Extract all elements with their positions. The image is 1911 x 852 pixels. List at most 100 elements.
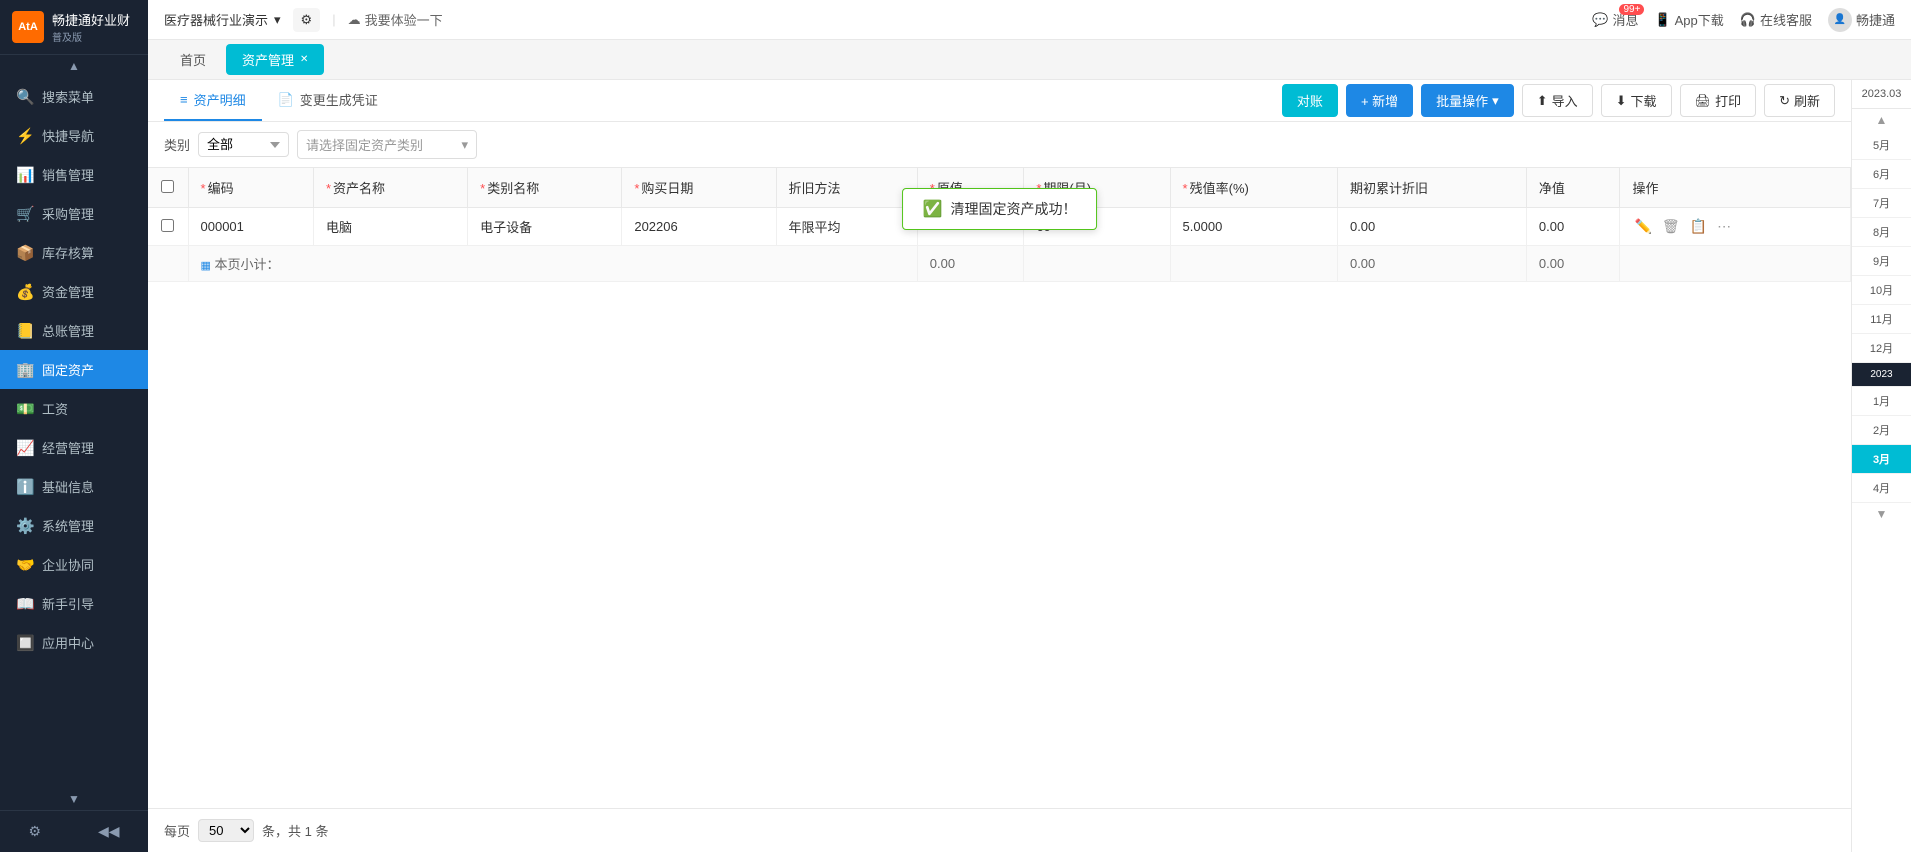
category-filter-select[interactable]: 全部 电子设备	[198, 132, 289, 157]
sidebar-item-quick-nav[interactable]: ⚡ 快捷导航	[0, 116, 148, 155]
quick-nav-icon: ⚡	[16, 127, 34, 145]
timeline-month-5[interactable]: 5月	[1852, 131, 1911, 160]
sidebar-item-purchase[interactable]: 🛒 采购管理	[0, 194, 148, 233]
tab-home[interactable]: 首页	[164, 44, 222, 75]
import-button[interactable]: ⬆ 导入	[1522, 84, 1593, 117]
sidebar-item-search[interactable]: 🔍 搜索菜单	[0, 77, 148, 116]
sub-tab-asset-detail-label: 资产明细	[194, 90, 246, 109]
subtotal-row: ▦ 本页小计： 0.00 0.00 0.00	[148, 246, 1851, 282]
col-depreciation: 折旧方法	[776, 168, 917, 208]
select-all-checkbox[interactable]	[161, 180, 174, 193]
sidebar-item-quick-nav-label: 快捷导航	[42, 126, 94, 145]
reconcile-label: 对账	[1297, 91, 1323, 110]
logo-name: 畅捷通好业财	[52, 10, 130, 29]
experience-button[interactable]: ☁ 我要体验一下	[348, 10, 443, 29]
cell-actions: ✏️ 🗑 📋 ⋯	[1620, 208, 1851, 246]
funds-icon: 💰	[16, 283, 34, 301]
company-selector[interactable]: 医疗器械行业演示 ▾	[164, 10, 281, 29]
batch-ops-button[interactable]: 批量操作 ▾	[1421, 84, 1514, 117]
refresh-button[interactable]: ↻ 刷新	[1764, 84, 1835, 117]
page-size-select[interactable]: 50 100	[198, 819, 254, 842]
sidebar-item-search-label: 搜索菜单	[42, 87, 94, 106]
col-code: *编码	[188, 168, 313, 208]
timeline-month-4[interactable]: 4月	[1852, 474, 1911, 503]
online-service-button[interactable]: 🎧 在线客服	[1740, 10, 1812, 29]
download-icon: ⬇	[1616, 93, 1627, 109]
sidebar-item-newcomer[interactable]: 📖 新手引导	[0, 584, 148, 623]
sidebar-item-ops-mgmt[interactable]: 📈 经营管理	[0, 428, 148, 467]
print-label: 打印	[1715, 91, 1741, 110]
panel-scroll-up-button[interactable]: ▲	[1852, 109, 1911, 131]
more-row-button[interactable]: ⋯	[1715, 216, 1733, 237]
sidebar-item-funds-label: 资金管理	[42, 282, 94, 301]
sidebar-item-basic-info[interactable]: ℹ️ 基础信息	[0, 467, 148, 506]
timeline-month-1[interactable]: 1月	[1852, 387, 1911, 416]
sidebar-item-app-center-label: 应用中心	[42, 633, 94, 652]
table-container: ✅ 清理固定资产成功！ *编码 *资产名称 *类别名称 *购买日期	[148, 168, 1851, 808]
edit-row-button[interactable]: ✏️	[1632, 216, 1653, 237]
select-all-cell[interactable]	[148, 168, 188, 208]
right-panel-header: 2023.03	[1852, 80, 1911, 109]
col-opening-accumulated: 期初累计折旧	[1337, 168, 1526, 208]
subtotal-label-cell: ▦ 本页小计：	[188, 246, 917, 282]
app-center-icon: 🔲	[16, 634, 34, 652]
sub-tab-change-voucher[interactable]: 📄 变更生成凭证	[262, 80, 394, 121]
settings-button[interactable]: ⚙	[20, 819, 49, 844]
timeline-month-12[interactable]: 12月	[1852, 334, 1911, 363]
sidebar-item-app-center[interactable]: 🔲 应用中心	[0, 623, 148, 662]
cell-residual-rate: 5.0000	[1170, 208, 1337, 246]
download-button[interactable]: ⬇ 下载	[1601, 84, 1672, 117]
cell-code: 000001	[188, 208, 313, 246]
sidebar-item-sales[interactable]: 📊 销售管理	[0, 155, 148, 194]
tab-close-icon[interactable]: ✕	[300, 54, 308, 65]
timeline-month-3-current[interactable]: 3月	[1852, 445, 1911, 474]
timeline-month-8[interactable]: 8月	[1852, 218, 1911, 247]
new-button[interactable]: + 新增	[1346, 84, 1413, 117]
sidebar-item-enterprise-label: 企业协同	[42, 555, 94, 574]
reconcile-button[interactable]: 对账	[1282, 84, 1338, 117]
timeline-month-9[interactable]: 9月	[1852, 247, 1911, 276]
page-container: ≡ 资产明细 📄 变更生成凭证 对账 + 新增 批量操作 ▾	[148, 80, 1911, 852]
sidebar-item-inventory-label: 库存核算	[42, 243, 94, 262]
app-download-button[interactable]: 📱 App下载	[1654, 10, 1723, 29]
sidebar-item-fixed-assets[interactable]: 🏢 固定资产	[0, 350, 148, 389]
sidebar-scroll-up-button[interactable]: ▲	[0, 55, 148, 77]
refresh-icon: ↻	[1779, 93, 1790, 109]
timeline-month-11[interactable]: 11月	[1852, 305, 1911, 334]
timeline-month-10[interactable]: 10月	[1852, 276, 1911, 305]
copy-row-button[interactable]: 📋	[1688, 216, 1709, 237]
row-checkbox-cell[interactable]	[148, 208, 188, 246]
fixed-assets-icon: 🏢	[16, 361, 34, 379]
dropdown-arrow-icon: ▾	[461, 137, 468, 153]
timeline-month-2[interactable]: 2月	[1852, 416, 1911, 445]
panel-scroll-down-button[interactable]: ▼	[1852, 503, 1911, 525]
sidebar-item-funds[interactable]: 💰 资金管理	[0, 272, 148, 311]
sidebar-scroll-down-button[interactable]: ▼	[0, 788, 148, 810]
sidebar-item-payroll[interactable]: 💵 工资	[0, 389, 148, 428]
success-check-icon: ✅	[923, 199, 943, 219]
user-profile[interactable]: 👤 畅捷通	[1828, 8, 1895, 32]
asset-category-dropdown[interactable]: 请选择固定资产类别 ▾	[297, 130, 477, 159]
settings-gear-button[interactable]: ⚙	[293, 8, 321, 32]
subtotal-net-value: 0.00	[1526, 246, 1620, 282]
subtotal-icon: ▦	[201, 260, 211, 272]
cloud-icon: ☁	[348, 12, 361, 28]
sidebar-item-ledger[interactable]: 📒 总账管理	[0, 311, 148, 350]
sidebar-item-system-mgmt[interactable]: ⚙️ 系统管理	[0, 506, 148, 545]
print-button[interactable]: 🖨 打印	[1680, 84, 1757, 117]
list-icon: ≡	[180, 92, 188, 107]
timeline-month-6[interactable]: 6月	[1852, 160, 1911, 189]
category-filter-label: 类别	[164, 135, 190, 154]
sub-tab-asset-detail[interactable]: ≡ 资产明细	[164, 80, 262, 121]
cell-category: 电子设备	[468, 208, 622, 246]
collapse-button[interactable]: ◀◀	[90, 819, 128, 844]
inventory-icon: 📦	[16, 244, 34, 262]
messages-button[interactable]: 💬 消息 99+	[1592, 10, 1638, 29]
timeline-month-7[interactable]: 7月	[1852, 189, 1911, 218]
subtotal-residual-empty	[1170, 246, 1337, 282]
delete-row-button[interactable]: 🗑	[1660, 216, 1682, 237]
sidebar-item-inventory[interactable]: 📦 库存核算	[0, 233, 148, 272]
row-checkbox[interactable]	[161, 219, 174, 232]
tab-asset-management[interactable]: 资产管理 ✕	[226, 44, 324, 75]
sidebar-item-enterprise[interactable]: 🤝 企业协同	[0, 545, 148, 584]
